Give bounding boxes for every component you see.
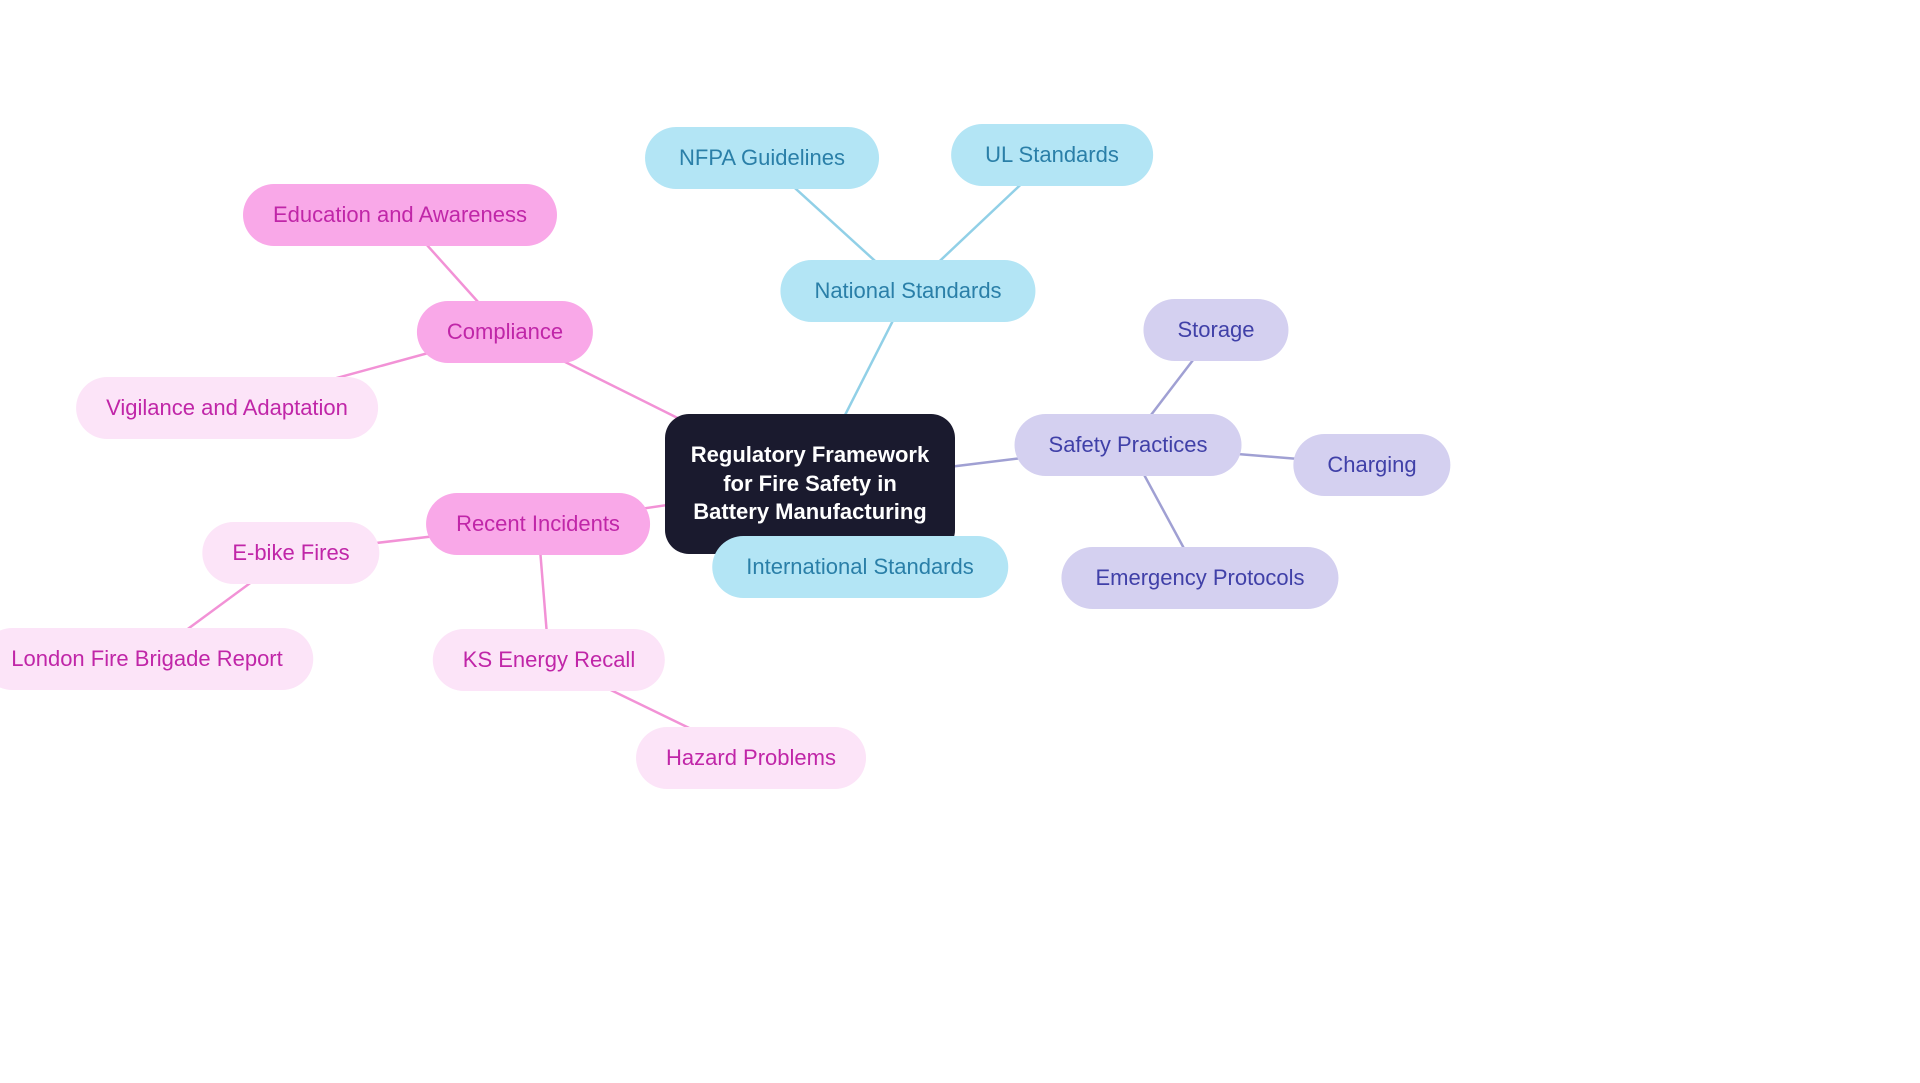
node-center[interactable]: Regulatory Framework for Fire Safety in … [665, 414, 955, 554]
node-label-national_standards: National Standards [814, 278, 1001, 304]
node-label-center: Regulatory Framework for Fire Safety in … [685, 441, 935, 527]
node-london_fire[interactable]: London Fire Brigade Report [0, 628, 313, 690]
node-label-education: Education and Awareness [273, 202, 527, 228]
node-international_standards[interactable]: International Standards [712, 536, 1008, 598]
node-label-hazard: Hazard Problems [666, 745, 836, 771]
node-label-international_standards: International Standards [746, 554, 974, 580]
mindmap-container: Regulatory Framework for Fire Safety in … [0, 0, 1920, 1083]
node-education[interactable]: Education and Awareness [243, 184, 557, 246]
node-label-ul_standards: UL Standards [985, 142, 1119, 168]
node-recent_incidents[interactable]: Recent Incidents [426, 493, 650, 555]
node-label-safety_practices: Safety Practices [1049, 432, 1208, 458]
node-storage[interactable]: Storage [1143, 299, 1288, 361]
node-charging[interactable]: Charging [1293, 434, 1450, 496]
node-compliance[interactable]: Compliance [417, 301, 593, 363]
node-vigilance[interactable]: Vigilance and Adaptation [76, 377, 378, 439]
node-emergency[interactable]: Emergency Protocols [1061, 547, 1338, 609]
node-national_standards[interactable]: National Standards [780, 260, 1035, 322]
node-nfpa[interactable]: NFPA Guidelines [645, 127, 879, 189]
node-label-emergency: Emergency Protocols [1095, 565, 1304, 591]
node-ul_standards[interactable]: UL Standards [951, 124, 1153, 186]
node-ks_energy[interactable]: KS Energy Recall [433, 629, 665, 691]
node-label-vigilance: Vigilance and Adaptation [106, 395, 348, 421]
node-label-ks_energy: KS Energy Recall [463, 647, 635, 673]
node-label-compliance: Compliance [447, 319, 563, 345]
node-label-storage: Storage [1177, 317, 1254, 343]
node-label-london_fire: London Fire Brigade Report [11, 646, 283, 672]
node-label-ebike_fires: E-bike Fires [232, 540, 349, 566]
node-label-charging: Charging [1327, 452, 1416, 478]
node-label-recent_incidents: Recent Incidents [456, 511, 620, 537]
node-ebike_fires[interactable]: E-bike Fires [202, 522, 379, 584]
node-label-nfpa: NFPA Guidelines [679, 145, 845, 171]
node-hazard[interactable]: Hazard Problems [636, 727, 866, 789]
node-safety_practices[interactable]: Safety Practices [1015, 414, 1242, 476]
